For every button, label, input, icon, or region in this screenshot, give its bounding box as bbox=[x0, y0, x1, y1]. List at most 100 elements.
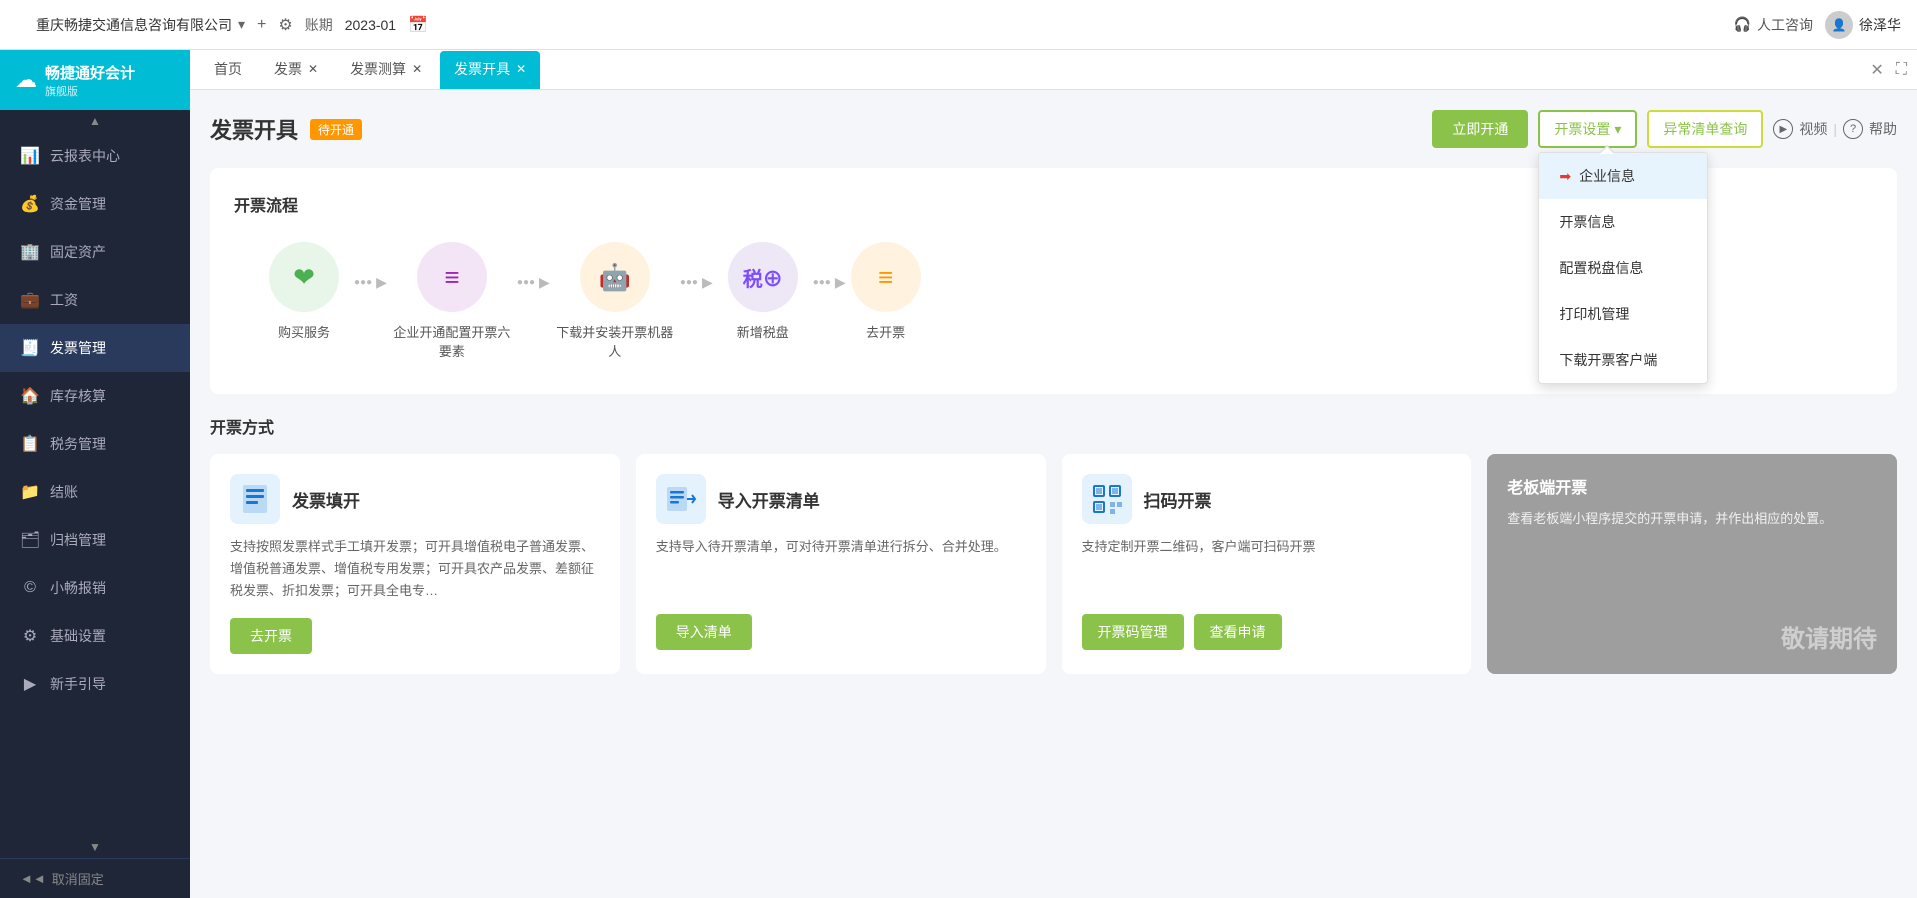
tab-maximize[interactable]: ⛶ bbox=[1896, 61, 1907, 79]
sidebar-item-tax[interactable]: 📋 税务管理 bbox=[0, 420, 190, 468]
sidebar-item-guide[interactable]: ▶ 新手引导 bbox=[0, 660, 190, 708]
sidebar-item-label: 库存核算 bbox=[50, 386, 106, 406]
tab-invoice-issue[interactable]: 发票开具 ✕ bbox=[440, 51, 540, 89]
expense-icon: © bbox=[20, 579, 40, 597]
tab-invoice-calc[interactable]: 发票测算 ✕ bbox=[336, 51, 436, 89]
sidebar-item-fund[interactable]: 💰 资金管理 bbox=[0, 180, 190, 228]
sidebar-item-assets[interactable]: 🏢 固定资产 bbox=[0, 228, 190, 276]
user-avatar: 👤 bbox=[1825, 11, 1853, 39]
sidebar-scroll-up[interactable]: ▲ bbox=[89, 114, 101, 128]
sidebar-item-label: 税务管理 bbox=[50, 434, 106, 454]
flow-connector-1: ●●● ▶ bbox=[354, 242, 387, 291]
dropdown-company-label: 企业信息 bbox=[1579, 166, 1635, 186]
tab-home[interactable]: 首页 bbox=[200, 51, 256, 89]
tab-invoice-close[interactable]: ✕ bbox=[308, 62, 318, 76]
fill-invoice-icon bbox=[230, 474, 280, 524]
status-badge: 待开通 bbox=[310, 119, 362, 140]
settings-dropdown-menu: ➡ 企业信息 开票信息 配置税盘信息 打印机管理 bbox=[1538, 152, 1708, 384]
cancel-pin-button[interactable]: ◄◄ 取消固定 bbox=[0, 858, 190, 898]
page-title: 发票开具 bbox=[210, 113, 298, 145]
logo-sub: 旗舰版 bbox=[45, 83, 135, 99]
sidebar-item-label: 小畅报销 bbox=[50, 578, 106, 598]
dropdown-item-download[interactable]: 下载开票客户端 bbox=[1539, 337, 1707, 383]
dropdown-item-printer[interactable]: 打印机管理 bbox=[1539, 291, 1707, 337]
sidebar-item-settings[interactable]: ⚙ 基础设置 bbox=[0, 612, 190, 660]
sidebar-item-label: 工资 bbox=[50, 290, 78, 310]
methods-section-title: 开票方式 bbox=[210, 414, 1897, 438]
tab-invoice-calc-close[interactable]: ✕ bbox=[412, 62, 422, 76]
sidebar-item-label: 结账 bbox=[50, 482, 78, 502]
dropdown-item-tax-disk[interactable]: 配置税盘信息 bbox=[1539, 245, 1707, 291]
sidebar-item-label: 基础设置 bbox=[50, 626, 106, 646]
import-invoice-icon bbox=[656, 474, 706, 524]
sidebar-item-expense[interactable]: © 小畅报销 bbox=[0, 564, 190, 612]
sidebar-item-inventory[interactable]: 🏠 库存核算 bbox=[0, 372, 190, 420]
sidebar-item-label: 归档管理 bbox=[50, 530, 106, 550]
settings-button[interactable]: 开票设置 ▾ bbox=[1538, 110, 1637, 148]
qr-manage-button[interactable]: 开票码管理 bbox=[1082, 614, 1184, 650]
sidebar-item-archive[interactable]: 🗂 归档管理 bbox=[0, 516, 190, 564]
import-invoice-title: 导入开票清单 bbox=[718, 487, 820, 512]
separator: | bbox=[1833, 121, 1837, 137]
cloud-icon: ☁ bbox=[15, 67, 37, 93]
settlement-icon: 📁 bbox=[20, 482, 40, 502]
invoice-icon: 🧾 bbox=[20, 338, 40, 358]
company-selector[interactable]: 重庆畅捷交通信息咨询有限公司 ▾ bbox=[36, 15, 245, 35]
help-icon: ? bbox=[1843, 119, 1863, 139]
consult-area[interactable]: 🎧 人工咨询 bbox=[1734, 15, 1813, 35]
play-icon: ▶ bbox=[1773, 119, 1793, 139]
settings-sidebar-icon: ⚙ bbox=[20, 626, 40, 646]
add-icon[interactable]: + bbox=[257, 16, 266, 34]
flow-step-5: ≡ 去开票 bbox=[846, 242, 926, 341]
sidebar-item-label: 发票管理 bbox=[50, 338, 106, 358]
sidebar-item-invoice[interactable]: 🧾 发票管理 bbox=[0, 324, 190, 372]
video-help-area[interactable]: ▶ 视频 | ? 帮助 bbox=[1773, 119, 1897, 139]
assets-icon: 🏢 bbox=[20, 242, 40, 262]
sidebar-item-label: 云报表中心 bbox=[50, 146, 120, 166]
company-name: 重庆畅捷交通信息咨询有限公司 bbox=[36, 15, 232, 35]
boss-card-badge: 敬请期待 bbox=[1781, 619, 1877, 654]
fill-invoice-desc: 支持按照发票样式手工填开发票；可开具增值税电子普通发票、增值税普通发票、增值税专… bbox=[230, 536, 600, 602]
boss-card-desc: 查看老板端小程序提交的开票申请，并作出相应的处置。 bbox=[1507, 508, 1877, 530]
settings-icon[interactable]: ⚙ bbox=[278, 15, 292, 35]
tab-invoice[interactable]: 发票 ✕ bbox=[260, 51, 332, 89]
sidebar-item-label: 资金管理 bbox=[50, 194, 106, 214]
flow-connector-3: ●●● ▶ bbox=[680, 242, 713, 291]
help-label: 帮助 bbox=[1869, 119, 1897, 139]
step1-icon: ❤ bbox=[293, 262, 315, 293]
import-invoice-button[interactable]: 导入清单 bbox=[656, 614, 752, 650]
scan-invoice-icon bbox=[1082, 474, 1132, 524]
dropdown-download-label: 下载开票客户端 bbox=[1559, 352, 1657, 368]
boss-card-title: 老板端开票 bbox=[1507, 474, 1877, 498]
sidebar-item-cloud-report[interactable]: 📊 云报表中心 bbox=[0, 132, 190, 180]
sidebar-scroll-down[interactable]: ▼ bbox=[89, 840, 101, 854]
step4-icon: 税⊕ bbox=[743, 263, 783, 292]
fund-icon: 💰 bbox=[20, 194, 40, 214]
scan-invoice-desc: 支持定制开票二维码，客户端可扫码开票 bbox=[1082, 536, 1452, 558]
settings-label: 开票设置 bbox=[1554, 119, 1610, 139]
red-arrow-icon: ➡ bbox=[1559, 168, 1571, 185]
step5-label: 去开票 bbox=[866, 322, 905, 341]
dropdown-item-invoice-info[interactable]: 开票信息 bbox=[1539, 199, 1707, 245]
tab-invoice-calc-label: 发票测算 bbox=[350, 59, 406, 79]
tab-invoice-issue-label: 发票开具 bbox=[454, 59, 510, 79]
user-name: 徐泽华 bbox=[1859, 15, 1901, 35]
settings-dropdown-arrow: ▾ bbox=[1614, 121, 1621, 138]
sidebar-item-settlement[interactable]: 📁 结账 bbox=[0, 468, 190, 516]
user-area[interactable]: 👤 徐泽华 bbox=[1825, 11, 1901, 39]
tab-bar: 首页 发票 ✕ 发票测算 ✕ 发票开具 ✕ ✕ ⛶ bbox=[190, 50, 1917, 90]
tab-close-all[interactable]: ✕ bbox=[1870, 60, 1883, 80]
sidebar-item-salary[interactable]: 💼 工资 bbox=[0, 276, 190, 324]
tab-home-label: 首页 bbox=[214, 59, 242, 79]
settings-dropdown-wrapper: 开票设置 ▾ ➡ 企业信息 bbox=[1538, 110, 1637, 148]
calendar-icon[interactable]: 📅 bbox=[408, 15, 428, 35]
method-cards: 发票填开 支持按照发票样式手工填开发票；可开具增值税电子普通发票、增值税普通发票… bbox=[210, 454, 1897, 674]
tab-invoice-issue-close[interactable]: ✕ bbox=[516, 62, 526, 76]
step2-label: 企业开通配置开票六要素 bbox=[392, 322, 512, 360]
fill-invoice-button[interactable]: 去开票 bbox=[230, 618, 312, 654]
abnormal-button[interactable]: 异常清单查询 bbox=[1647, 110, 1763, 148]
view-apply-button[interactable]: 查看申请 bbox=[1194, 614, 1282, 650]
dropdown-item-company[interactable]: ➡ 企业信息 bbox=[1539, 153, 1707, 199]
activate-button[interactable]: 立即开通 bbox=[1432, 110, 1528, 148]
step1-label: 购买服务 bbox=[278, 322, 330, 341]
